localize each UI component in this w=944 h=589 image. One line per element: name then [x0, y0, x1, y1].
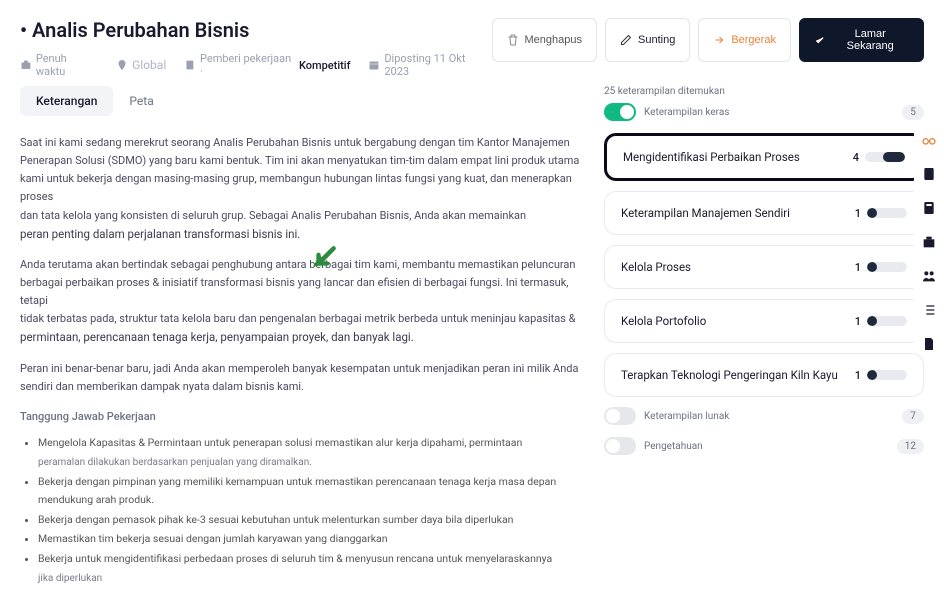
responsibilities-list: Mengelola Kapasitas & Permintaan untuk p… [20, 434, 584, 587]
list-icon[interactable] [921, 302, 937, 318]
job-title: • Analis Perubahan Bisnis [20, 18, 492, 42]
calculator-icon[interactable] [921, 200, 937, 216]
right-sidebar [914, 126, 944, 352]
skill-group-soft[interactable]: Keterampilan lunak 7 [604, 407, 924, 425]
toggle-hard-skills[interactable] [604, 103, 636, 121]
team-icon[interactable] [921, 268, 937, 284]
skill-group-knowledge[interactable]: Pengetahuan 12 [604, 437, 924, 455]
tab-map[interactable]: Peta [113, 86, 169, 116]
skill-scale[interactable] [865, 152, 905, 162]
employer-meta: Pemberi pekerjaan · Kompetitif [184, 52, 350, 78]
skill-scale[interactable] [867, 208, 907, 218]
pin-icon [116, 59, 128, 71]
toggle-soft-skills[interactable] [604, 407, 636, 425]
description-body: Saat ini kami sedang merekrut seorang An… [20, 134, 584, 587]
edit-button[interactable]: Sunting [605, 18, 690, 62]
file-icon[interactable] [921, 336, 937, 352]
skill-group-hard[interactable]: Keterampilan keras 5 [604, 103, 924, 121]
schedule-meta: Penuh waktu [20, 52, 98, 78]
arrow-right-icon [713, 34, 725, 46]
skill-card[interactable]: Kelola Proses 1 [604, 245, 924, 289]
pencil-icon [620, 34, 632, 46]
skill-card[interactable]: Mengidentifikasi Perbaikan Proses 4 [604, 133, 924, 181]
trash-icon [507, 34, 519, 46]
briefcase-icon [20, 59, 32, 71]
job-meta: Penuh waktu Global Pemberi pekerjaan · K… [20, 52, 492, 78]
skill-scale[interactable] [867, 370, 907, 380]
toggle-knowledge[interactable] [604, 437, 636, 455]
arrow-pointer-icon [312, 244, 338, 270]
skill-scale[interactable] [867, 262, 907, 272]
skill-scale[interactable] [867, 316, 907, 326]
building-icon [184, 59, 196, 71]
posted-meta: Diposting 11 Okt 2023 [368, 52, 491, 78]
location-meta: Global [116, 58, 166, 72]
skill-card[interactable]: Terapkan Teknologi Pengeringan Kiln Kayu… [604, 353, 924, 397]
move-button[interactable]: Bergerak [698, 18, 791, 62]
calendar-icon [368, 59, 380, 71]
skill-card[interactable]: Keterampilan Manajemen Sendiri 1 [604, 191, 924, 235]
tabs: Keterangan Peta [20, 86, 584, 116]
check-icon [814, 34, 825, 46]
tab-description[interactable]: Keterangan [20, 86, 113, 116]
skills-count: 25 keterampilan ditemukan [604, 86, 924, 97]
responsibilities-heading: Tanggung Jawab Pekerjaan [20, 408, 584, 426]
skill-card[interactable]: Kelola Portofolio 1 [604, 299, 924, 343]
document-icon[interactable] [921, 166, 937, 182]
glasses-icon[interactable] [921, 132, 937, 148]
apply-button[interactable]: Lamar Sekarang [799, 18, 924, 62]
building-icon[interactable] [921, 234, 937, 250]
delete-button[interactable]: Menghapus [492, 18, 598, 62]
